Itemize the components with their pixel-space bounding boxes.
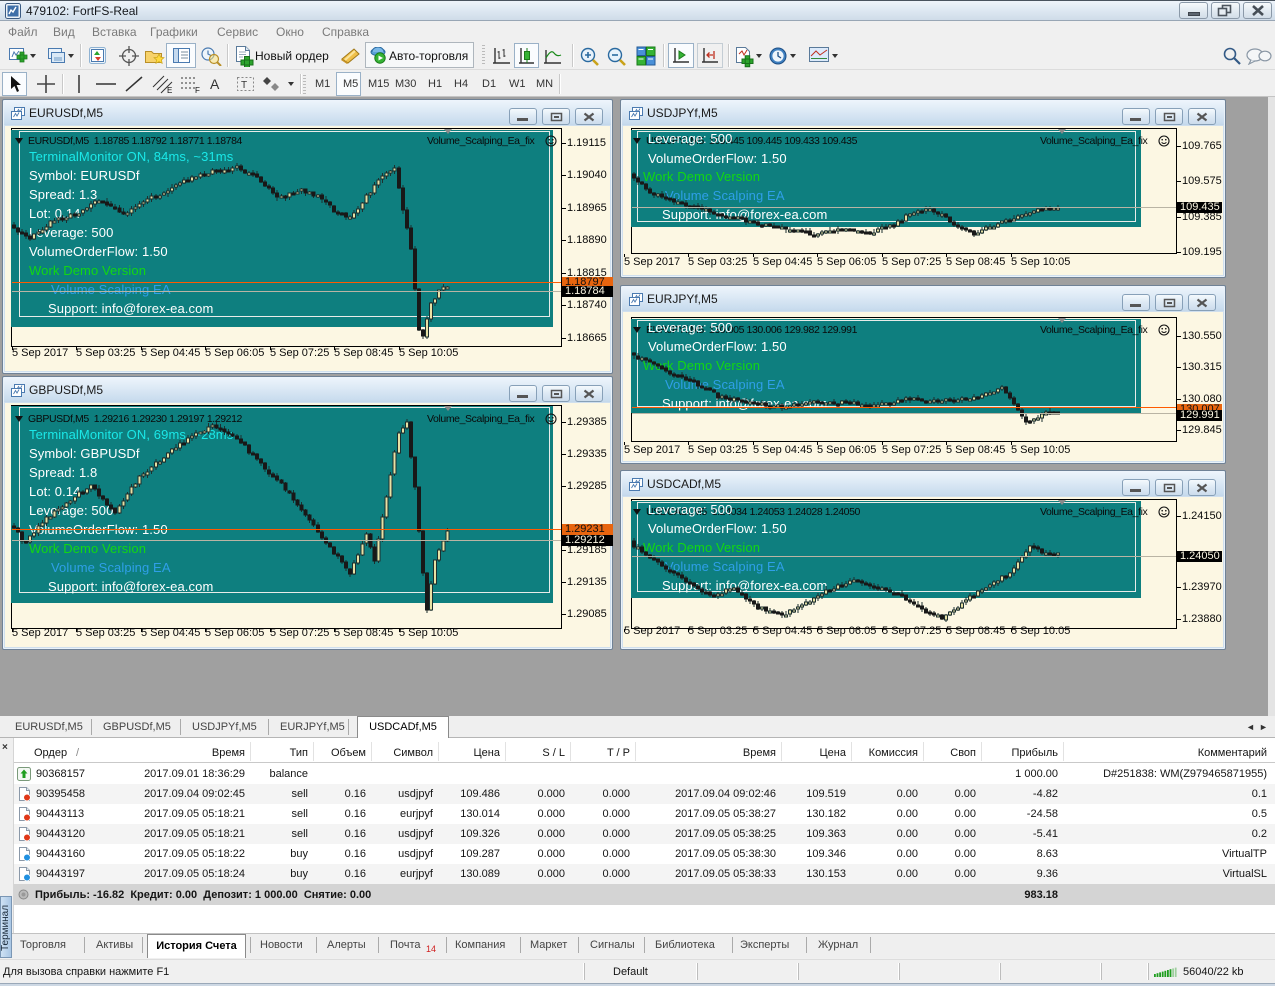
svg-text:F: F xyxy=(195,86,200,94)
svg-text:T: T xyxy=(241,80,247,91)
svg-text:E: E xyxy=(167,86,172,94)
